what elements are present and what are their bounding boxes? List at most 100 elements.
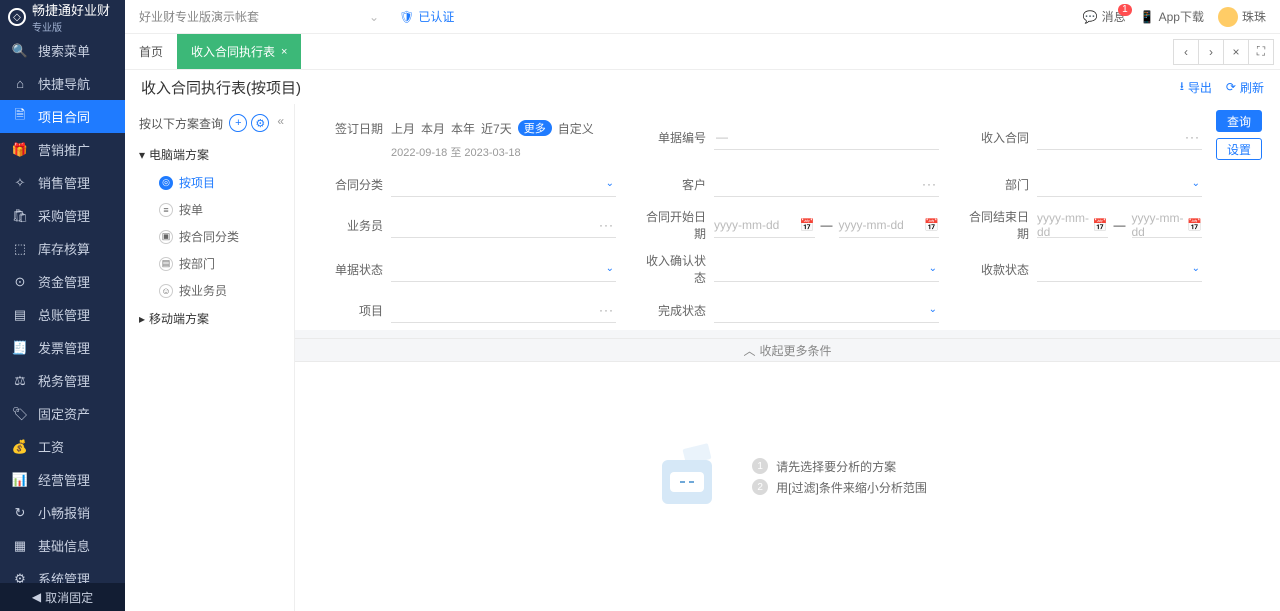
input-start-date-range[interactable]: yyyy-mm-dd📅 — yyyy-mm-dd📅 [714, 212, 939, 238]
sidebar-item-project-contract[interactable]: 🗎项目合同 [0, 100, 125, 133]
label-collect-status: 收款状态 [959, 261, 1029, 278]
input-salesman[interactable]: ··· [391, 212, 616, 238]
ellipsis-icon: ··· [599, 303, 614, 317]
dataset-selector[interactable]: 好业财专业版演示帐套 ⌄ [139, 8, 379, 25]
date-opt-last-month[interactable]: 上月 [391, 120, 415, 137]
date-opt-this-month[interactable]: 本月 [421, 120, 445, 137]
scheme-item-by-dept[interactable]: ▤按部门 [139, 250, 294, 277]
chevron-down-icon: ⌄ [929, 263, 937, 274]
tab-home[interactable]: 首页 [125, 34, 177, 69]
sidebar-item-basic[interactable]: ▦基础信息 [0, 529, 125, 562]
brand-name: 畅捷通好业财 [32, 0, 110, 19]
label-start-date: 合同开始日期 [636, 208, 706, 242]
page-header: 收入合同执行表(按项目) ⭳导出 ⟳刷新 [125, 70, 1280, 104]
date-opt-7days[interactable]: 近7天 [481, 120, 512, 137]
fullscreen-button[interactable]: ⛶ [1248, 39, 1274, 65]
settings-button[interactable]: 设置 [1216, 138, 1262, 160]
input-income-contract[interactable]: ··· [1037, 124, 1202, 150]
empty-step2: 用[过滤]条件来缩小分析范围 [776, 479, 927, 496]
date-opt-custom[interactable]: 自定义 [558, 120, 594, 137]
brand-sub: 专业版 [32, 19, 110, 34]
sidebar-item-tax[interactable]: ⚖税务管理 [0, 364, 125, 397]
dept-icon: ▤ [159, 257, 173, 271]
refresh-button[interactable]: ⟳刷新 [1226, 79, 1264, 96]
scheme-item-by-salesman[interactable]: ☺按业务员 [139, 277, 294, 304]
user-menu[interactable]: 珠珠 [1218, 7, 1266, 27]
sidebar-item-purchase[interactable]: 🛍采购管理 [0, 199, 125, 232]
tabs-row: 首页 收入合同执行表 × ‹ › × ⛶ [125, 34, 1280, 70]
select-collect-status[interactable]: ⌄ [1037, 256, 1202, 282]
label-customer: 客户 [636, 176, 706, 193]
scheme-item-by-category[interactable]: ▣按合同分类 [139, 223, 294, 250]
scheme-panel: 按以下方案查询 + ⚙ « ▾电脑端方案 ◎按项目 ≡按单 ▣按合同分类 ▤按部… [125, 104, 295, 611]
step-badge: 1 [752, 458, 768, 474]
topbar: 好业财专业版演示帐套 ⌄ 🛡 已认证 💬 消息 1 📱 App下载 珠珠 [125, 0, 1280, 34]
sidebar-item-salary[interactable]: 💰工资 [0, 430, 125, 463]
select-doc-status[interactable]: ⌄ [391, 256, 616, 282]
bag-icon: 🛍 [12, 208, 28, 224]
verified-badge: 🛡 已认证 [399, 8, 454, 25]
sidebar-item-ledger[interactable]: ▤总账管理 [0, 298, 125, 331]
scheme-add-button[interactable]: + [229, 114, 247, 132]
ellipsis-icon: ··· [922, 177, 937, 191]
sidebar-item-management[interactable]: 📊经营管理 [0, 463, 125, 496]
tab-close-icon[interactable]: × [281, 46, 287, 58]
sidebar-item-invoice[interactable]: 🧾发票管理 [0, 331, 125, 364]
chevron-down-icon: ⌄ [606, 263, 614, 274]
sidebar-item-inventory[interactable]: ⬚库存核算 [0, 232, 125, 265]
sidebar-item-asset[interactable]: 🏷固定资产 [0, 397, 125, 430]
scheme-settings-button[interactable]: ⚙ [251, 114, 269, 132]
scheme-collapse-button[interactable]: « [277, 114, 284, 132]
caret-down-icon: ▾ [139, 148, 145, 162]
range-sep: — [821, 218, 833, 232]
salary-icon: 💰 [12, 439, 28, 455]
label-contract-cat: 合同分类 [313, 176, 383, 193]
select-finish-status[interactable]: ⌄ [714, 297, 939, 323]
reload-icon: ⟳ [1226, 80, 1236, 94]
home-icon: ⌂ [12, 76, 28, 92]
label-sign-date: 签订日期 [313, 120, 383, 137]
select-contract-cat[interactable]: ⌄ [391, 171, 616, 197]
dataset-name: 好业财专业版演示帐套 [139, 8, 259, 25]
tab-next-button[interactable]: › [1198, 39, 1224, 65]
date-opt-more[interactable]: 更多 [518, 120, 552, 136]
sidebar-item-quicknav[interactable]: ⌂快捷导航 [0, 67, 125, 100]
chevron-down-icon: ⌄ [369, 10, 379, 24]
sidebar-item-marketing[interactable]: 🎁营销推广 [0, 133, 125, 166]
scheme-group-pc[interactable]: ▾电脑端方案 [139, 140, 294, 169]
sidebar-item-sales[interactable]: ✧销售管理 [0, 166, 125, 199]
collapse-filters-button[interactable]: ︿ 收起更多条件 [295, 338, 1280, 362]
sign-date-range: 2022-09-18 至 2023-03-18 [391, 144, 616, 160]
scheme-group-mobile[interactable]: ▸移动端方案 [139, 304, 294, 333]
query-button[interactable]: 查询 [1216, 110, 1262, 132]
input-doc-no[interactable]: — [714, 124, 939, 150]
label-doc-no: 单据编号 [636, 129, 706, 146]
scheme-item-by-doc[interactable]: ≡按单 [139, 196, 294, 223]
sidebar-item-reimburse[interactable]: ↻小畅报销 [0, 496, 125, 529]
label-dept: 部门 [959, 176, 1029, 193]
chevron-down-icon: ⌄ [606, 178, 614, 189]
bars-icon: ≡ [159, 203, 173, 217]
input-project[interactable]: ··· [391, 297, 616, 323]
refresh-icon: ↻ [12, 505, 28, 521]
sidebar-item-search[interactable]: 🔍搜索菜单 [0, 34, 125, 67]
chevron-down-icon: ⌄ [929, 304, 937, 315]
app-download-button[interactable]: 📱 App下载 [1140, 8, 1204, 25]
caret-right-icon: ▸ [139, 312, 145, 326]
tab-prev-button[interactable]: ‹ [1173, 39, 1199, 65]
sidebar-item-fund[interactable]: ⊙资金管理 [0, 265, 125, 298]
tab-income-contract-exec[interactable]: 收入合同执行表 × [177, 34, 301, 69]
select-dept[interactable]: ⌄ [1037, 171, 1202, 197]
chevron-down-icon: ⌄ [1192, 178, 1200, 189]
scheme-item-by-project[interactable]: ◎按项目 [139, 169, 294, 196]
phone-icon: 📱 [1140, 10, 1155, 24]
export-button[interactable]: ⭳导出 [1180, 77, 1212, 98]
tab-close-button[interactable]: × [1223, 39, 1249, 65]
select-income-confirm[interactable]: ⌄ [714, 256, 939, 282]
sidebar-unpin[interactable]: ◀ 取消固定 [0, 583, 125, 611]
content-wrap: 签订日期 上月 本月 本年 近7天 更多 自定义 2022-09-18 至 20… [295, 104, 1280, 611]
messages-button[interactable]: 💬 消息 1 [1083, 8, 1126, 25]
input-end-date-range[interactable]: yyyy-mm-dd📅 — yyyy-mm-dd📅 [1037, 212, 1202, 238]
input-customer[interactable]: ··· [714, 171, 939, 197]
date-opt-this-year[interactable]: 本年 [451, 120, 475, 137]
